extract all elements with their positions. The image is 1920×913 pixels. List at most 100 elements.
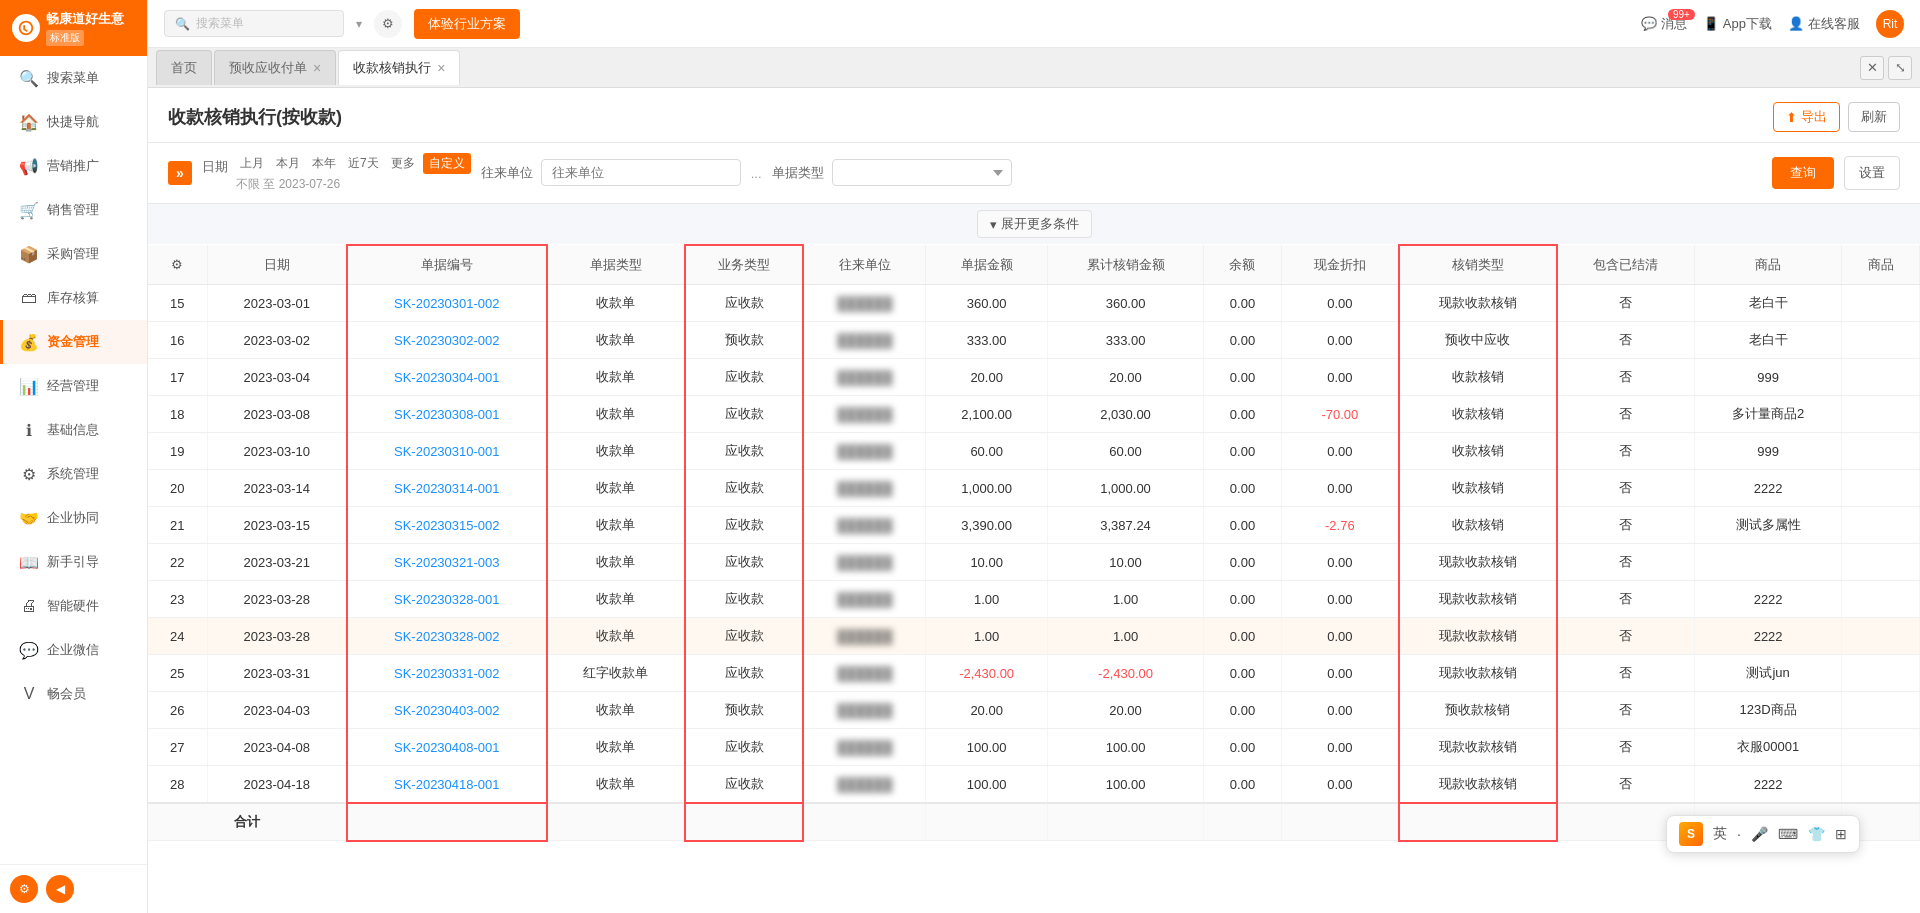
sidebar-item-finance[interactable]: 💰资金管理 xyxy=(0,320,147,364)
sidebar-item-sales[interactable]: 🛒销售管理 xyxy=(0,188,147,232)
app-download-btn[interactable]: 📱 App下载 xyxy=(1703,15,1772,33)
th-date[interactable]: 日期 xyxy=(207,245,347,285)
th-biz-type[interactable]: 业务类型 xyxy=(685,245,803,285)
filter-last-month[interactable]: 上月 xyxy=(236,153,268,174)
collapse-btn[interactable]: ◀ xyxy=(46,875,74,903)
sidebar-item-operations[interactable]: 📊经营管理 xyxy=(0,364,147,408)
sidebar-item-corp[interactable]: 🤝企业协同 xyxy=(0,496,147,540)
bill-no-link[interactable]: SK-20230331-002 xyxy=(394,666,500,681)
filter-more-dots[interactable]: ... xyxy=(751,166,762,181)
user-avatar[interactable]: Rit xyxy=(1876,10,1904,38)
cell-bill-type: 收款单 xyxy=(547,618,685,655)
industry-btn[interactable]: 体验行业方案 xyxy=(414,9,520,39)
bill-no-link[interactable]: SK-20230328-002 xyxy=(394,629,500,644)
sidebar-item-search[interactable]: 🔍搜索菜单 xyxy=(0,56,147,100)
tab-writeoff-close[interactable]: × xyxy=(437,60,445,76)
cell-date: 2023-03-14 xyxy=(207,470,347,507)
query-btn[interactable]: 查询 xyxy=(1772,157,1834,189)
bill-no-link[interactable]: SK-20230301-002 xyxy=(394,296,500,311)
ime-lang[interactable]: 英 xyxy=(1713,825,1727,843)
sidebar-item-wechat[interactable]: 💬企业微信 xyxy=(0,628,147,672)
table-row: 18 2023-03-08 SK-20230308-001 收款单 应收款 ██… xyxy=(148,396,1920,433)
ime-grid[interactable]: ⊞ xyxy=(1835,826,1847,842)
sidebar-item-inventory[interactable]: 🗃库存核算 xyxy=(0,276,147,320)
filter-setting-btn[interactable]: 设置 xyxy=(1844,156,1900,190)
th-product2[interactable]: 商品 xyxy=(1842,245,1920,285)
th-accumulated[interactable]: 累计核销金额 xyxy=(1047,245,1203,285)
bill-no-link[interactable]: SK-20230302-002 xyxy=(394,333,500,348)
bill-no-link[interactable]: SK-20230418-001 xyxy=(394,777,500,792)
message-btn[interactable]: 💬 消息 99+ xyxy=(1641,15,1687,33)
sidebar-item-marketing[interactable]: 📢营销推广 xyxy=(0,144,147,188)
th-product[interactable]: 商品 xyxy=(1694,245,1842,285)
online-service-btn[interactable]: 👤 在线客服 xyxy=(1788,15,1860,33)
bill-no-link[interactable]: SK-20230403-002 xyxy=(394,703,500,718)
filter-this-year[interactable]: 本年 xyxy=(308,153,340,174)
ime-dot[interactable]: · xyxy=(1737,826,1741,842)
sidebar-item-purchase[interactable]: 📦采购管理 xyxy=(0,232,147,276)
th-bill-type[interactable]: 单据类型 xyxy=(547,245,685,285)
filter-toggle-btn[interactable]: » xyxy=(168,161,192,185)
hardware-icon: 🖨 xyxy=(19,596,39,616)
th-settings[interactable]: ⚙ xyxy=(148,245,207,285)
sidebar-item-hardware[interactable]: 🖨智能硬件 xyxy=(0,584,147,628)
bill-no-link[interactable]: SK-20230315-002 xyxy=(394,518,500,533)
cell-biz-type: 应收款 xyxy=(685,470,803,507)
sidebar-item-guide[interactable]: 📖新手引导 xyxy=(0,540,147,584)
th-include-cleared[interactable]: 包含已结清 xyxy=(1557,245,1694,285)
sidebar-item-basic[interactable]: ℹ基础信息 xyxy=(0,408,147,452)
tab-home[interactable]: 首页 xyxy=(156,50,212,85)
th-bill-no[interactable]: 单据编号 xyxy=(347,245,547,285)
topbar-gear-btn[interactable]: ⚙ xyxy=(374,10,402,38)
sidebar-item-quicknav[interactable]: 🏠快捷导航 xyxy=(0,100,147,144)
th-bill-amount[interactable]: 单据金额 xyxy=(926,245,1047,285)
cell-biz-type: 预收款 xyxy=(685,322,803,359)
cell-writeoff-type: 现款收款核销 xyxy=(1399,285,1557,322)
export-btn[interactable]: ⬆ 导出 xyxy=(1773,102,1840,132)
ime-mic[interactable]: 🎤 xyxy=(1751,826,1768,842)
bill-no-link[interactable]: SK-20230321-003 xyxy=(394,555,500,570)
cell-product: 2222 xyxy=(1694,766,1842,804)
bill-no-link[interactable]: SK-20230314-001 xyxy=(394,481,500,496)
cell-balance: 0.00 xyxy=(1204,433,1281,470)
settings-icon-btn[interactable]: ⚙ xyxy=(10,875,38,903)
cell-bill-type: 收款单 xyxy=(547,359,685,396)
filter-custom[interactable]: 自定义 xyxy=(423,153,471,174)
cell-writeoff-type: 现款收款核销 xyxy=(1399,581,1557,618)
th-writeoff-type[interactable]: 核销类型 xyxy=(1399,245,1557,285)
filter-more[interactable]: 更多 xyxy=(387,153,419,174)
cell-bill-amount: 333.00 xyxy=(926,322,1047,359)
filter-expand-btn[interactable]: ▾ 展开更多条件 xyxy=(977,210,1092,238)
refresh-btn[interactable]: 刷新 xyxy=(1848,102,1900,132)
cell-accumulated: 360.00 xyxy=(1047,285,1203,322)
bill-no-link[interactable]: SK-20230310-001 xyxy=(394,444,500,459)
bill-no-link[interactable]: SK-20230408-001 xyxy=(394,740,500,755)
tab-receivable[interactable]: 预收应收付单 × xyxy=(214,50,336,85)
sidebar-item-member[interactable]: V畅会员 xyxy=(0,672,147,716)
cell-date: 2023-03-02 xyxy=(207,322,347,359)
bill-no-link[interactable]: SK-20230304-001 xyxy=(394,370,500,385)
sidebar-item-system[interactable]: ⚙系统管理 xyxy=(0,452,147,496)
filter-last-7days[interactable]: 近7天 xyxy=(344,153,383,174)
th-cash-discount[interactable]: 现金折扣 xyxy=(1281,245,1399,285)
tab-expand-btn[interactable]: ⤡ xyxy=(1888,56,1912,80)
th-balance[interactable]: 余额 xyxy=(1204,245,1281,285)
filter-counterpart-input[interactable] xyxy=(541,159,741,186)
cell-biz-type: 应收款 xyxy=(685,729,803,766)
bill-no-link[interactable]: SK-20230308-001 xyxy=(394,407,500,422)
tab-writeoff[interactable]: 收款核销执行 × xyxy=(338,50,460,85)
ime-keyboard[interactable]: ⌨ xyxy=(1778,826,1798,842)
filter-billtype-select[interactable] xyxy=(832,159,1012,186)
ime-skin[interactable]: 👕 xyxy=(1808,826,1825,842)
cell-bill-amount: 20.00 xyxy=(926,692,1047,729)
bill-no-link[interactable]: SK-20230328-001 xyxy=(394,592,500,607)
tab-receivable-close[interactable]: × xyxy=(313,60,321,76)
cell-cash-discount: 0.00 xyxy=(1281,581,1399,618)
tab-close-btn[interactable]: ✕ xyxy=(1860,56,1884,80)
topbar-dropdown-arrow[interactable]: ▾ xyxy=(356,17,362,31)
filter-this-month[interactable]: 本月 xyxy=(272,153,304,174)
th-counterpart[interactable]: 往来单位 xyxy=(803,245,926,285)
cell-date: 2023-04-08 xyxy=(207,729,347,766)
table-body: 15 2023-03-01 SK-20230301-002 收款单 应收款 ██… xyxy=(148,285,1920,804)
topbar-search-box[interactable]: 🔍 搜索菜单 xyxy=(164,10,344,37)
